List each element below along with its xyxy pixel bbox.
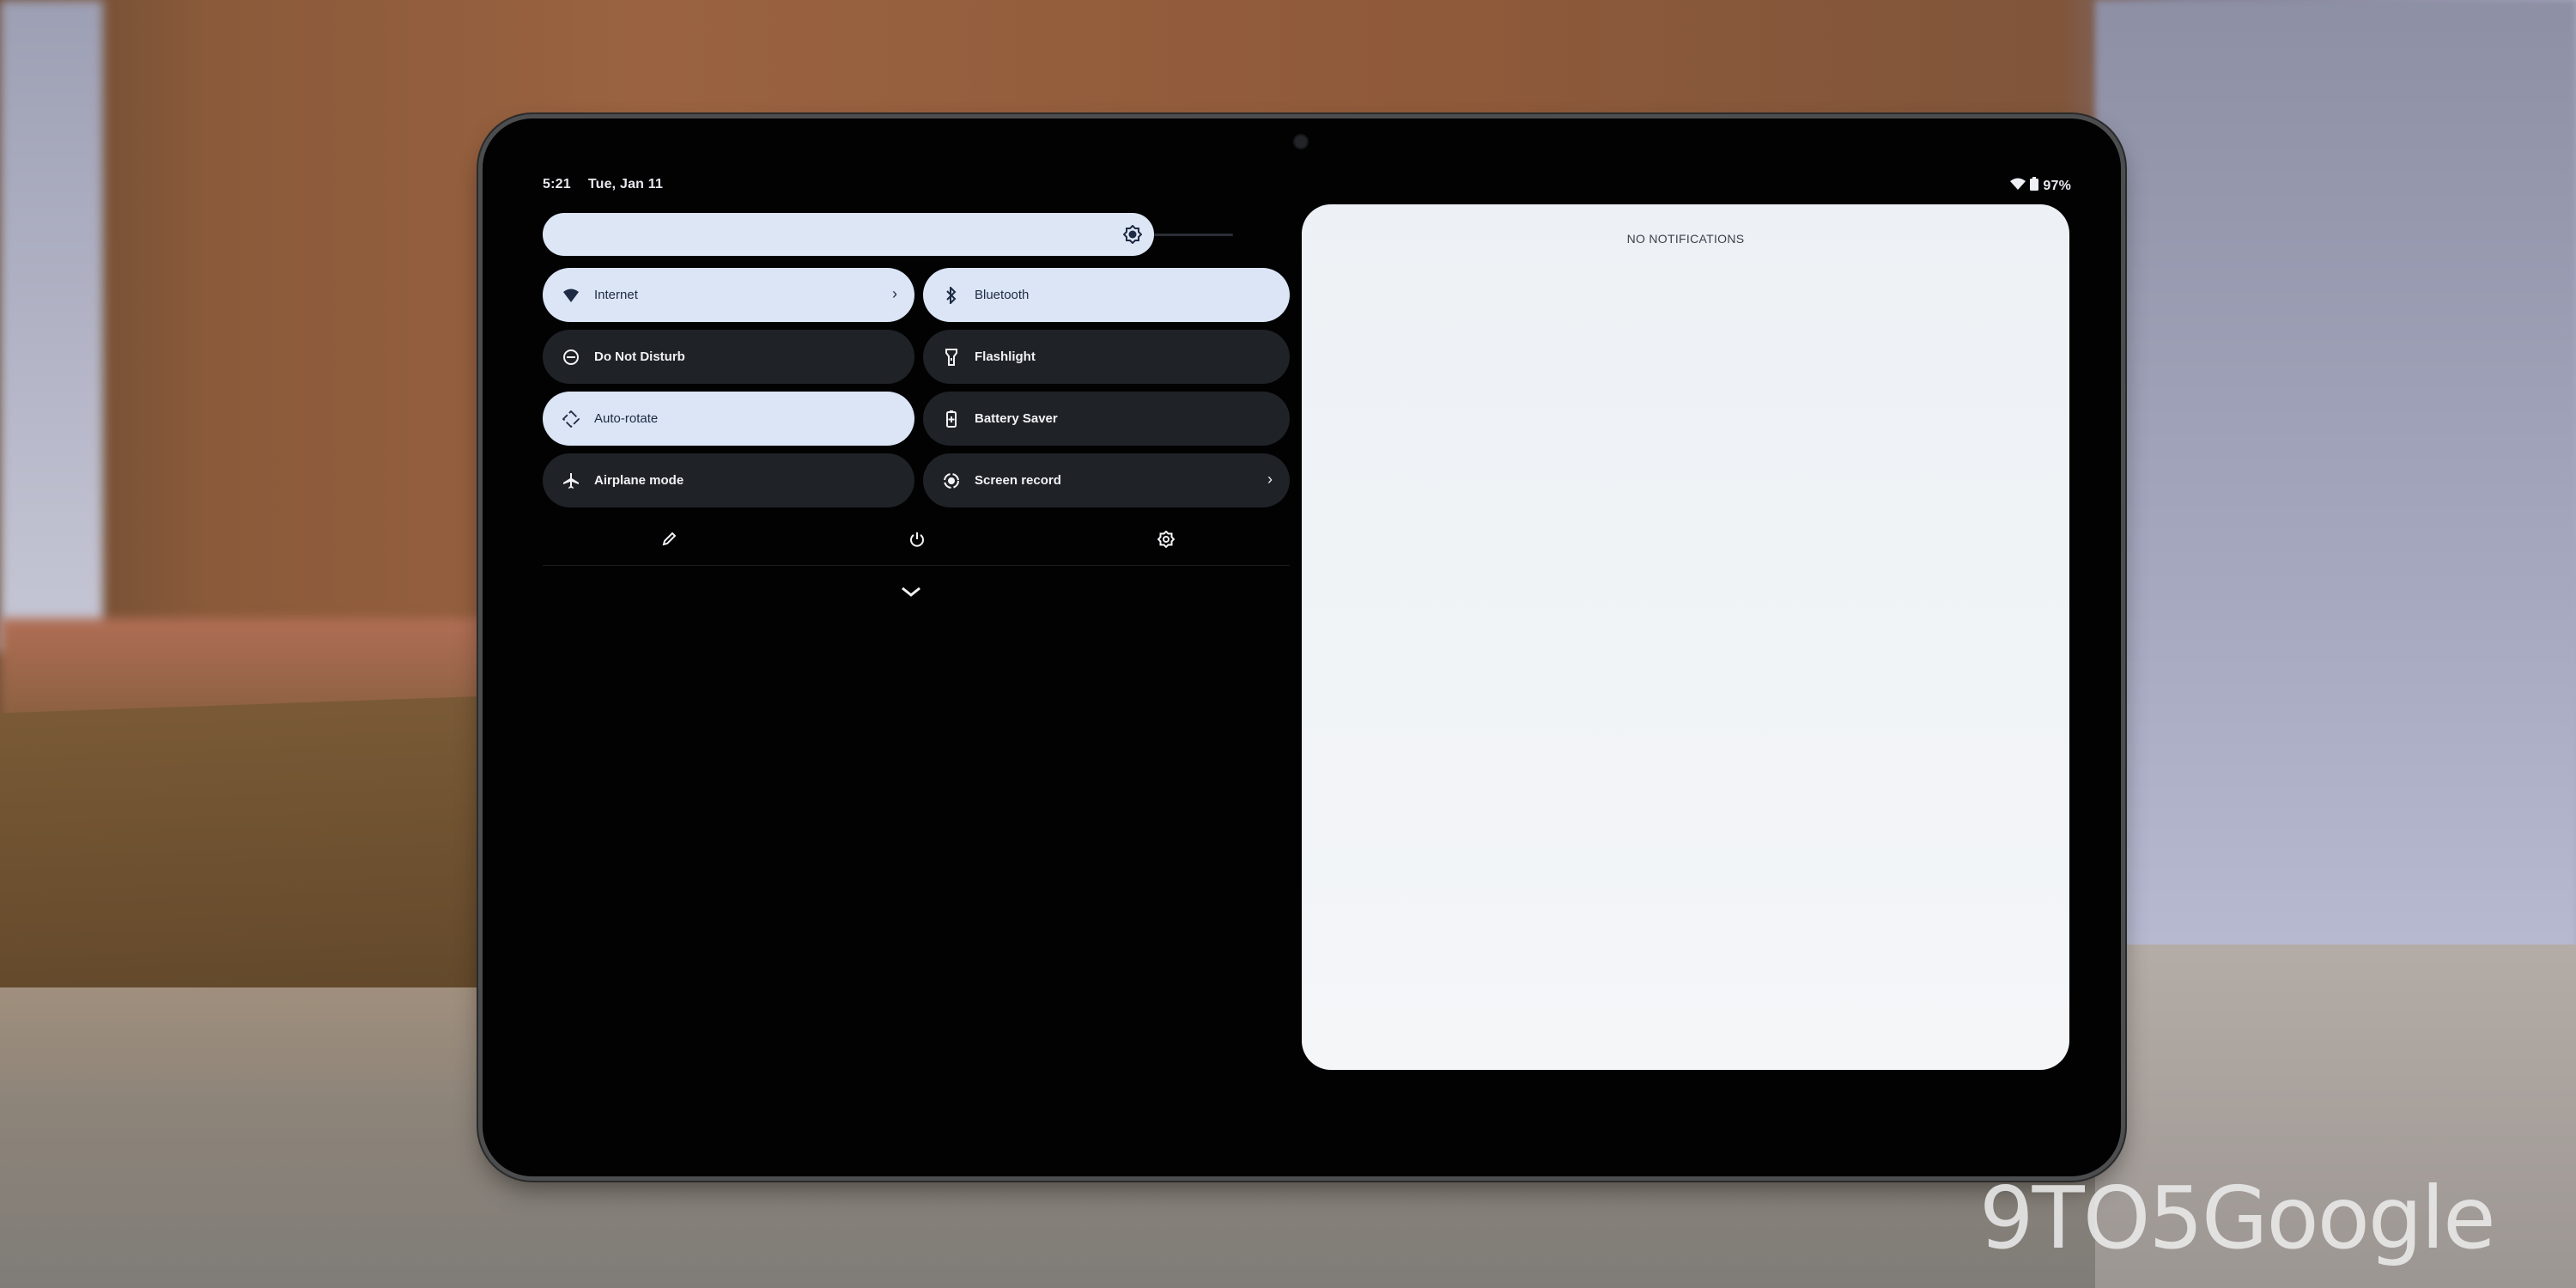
notifications-panel: NO NOTIFICATIONS [1302, 204, 2069, 1070]
quick-settings-footer [543, 512, 1290, 566]
brightness-icon [1122, 224, 1143, 245]
status-time: 5:21 [543, 177, 571, 191]
tile-auto-rotate[interactable]: Auto-rotate [543, 392, 914, 446]
wifi-icon [562, 286, 580, 305]
tile-label: Flashlight [975, 349, 1036, 364]
screen-record-icon [942, 471, 961, 490]
tile-flashlight[interactable]: Flashlight [923, 330, 1290, 384]
flashlight-icon [942, 348, 961, 367]
tile-internet[interactable]: Internet › [543, 268, 914, 322]
do-not-disturb-icon [562, 348, 580, 367]
power-icon[interactable] [907, 529, 927, 550]
auto-rotate-icon [562, 410, 580, 428]
tablet-screen: 5:21 Tue, Jan 11 97% Internet › Bluetoot… [483, 118, 2121, 1176]
battery-percent: 97% [2043, 178, 2071, 193]
brightness-slider[interactable] [543, 213, 1154, 256]
battery-saver-icon [942, 410, 961, 428]
chevron-right-icon: › [892, 285, 897, 302]
airplane-icon [562, 471, 580, 490]
tile-label: Auto-rotate [594, 411, 659, 426]
gear-icon[interactable] [1156, 529, 1176, 550]
pencil-icon[interactable] [659, 529, 679, 550]
watermark-logo: 9TO5Google [1979, 1168, 2496, 1268]
tile-screen-record[interactable]: Screen record › [923, 453, 1290, 507]
tile-bluetooth[interactable]: Bluetooth [923, 268, 1290, 322]
status-bar-right: 97% [2010, 177, 2071, 195]
bluetooth-icon [942, 286, 961, 305]
tile-label: Airplane mode [594, 473, 684, 488]
tile-label: Bluetooth [975, 288, 1030, 302]
no-notifications-label: NO NOTIFICATIONS [1626, 232, 1745, 246]
quick-settings-grid: Internet › Bluetooth Do Not Disturb Flas… [543, 268, 1290, 507]
tile-label: Screen record [975, 473, 1061, 488]
tablet-device: 5:21 Tue, Jan 11 97% Internet › Bluetoot… [483, 118, 2121, 1176]
chevron-right-icon: › [1267, 471, 1273, 488]
tile-airplane-mode[interactable]: Airplane mode [543, 453, 914, 507]
tile-battery-saver[interactable]: Battery Saver [923, 392, 1290, 446]
status-date: Tue, Jan 11 [587, 177, 664, 191]
tile-do-not-disturb[interactable]: Do Not Disturb [543, 330, 914, 384]
tile-label: Do Not Disturb [594, 349, 685, 364]
status-bar-left: 5:21 Tue, Jan 11 [543, 177, 663, 192]
chevron-down-icon[interactable] [900, 584, 922, 599]
background-wall-right [2095, 0, 2576, 987]
background-wall-left [0, 0, 103, 653]
brightness-track[interactable] [1154, 234, 1233, 236]
battery-icon [2030, 177, 2039, 195]
wifi-icon [2010, 178, 2026, 194]
tile-label: Internet [594, 288, 638, 302]
tile-label: Battery Saver [975, 411, 1058, 426]
